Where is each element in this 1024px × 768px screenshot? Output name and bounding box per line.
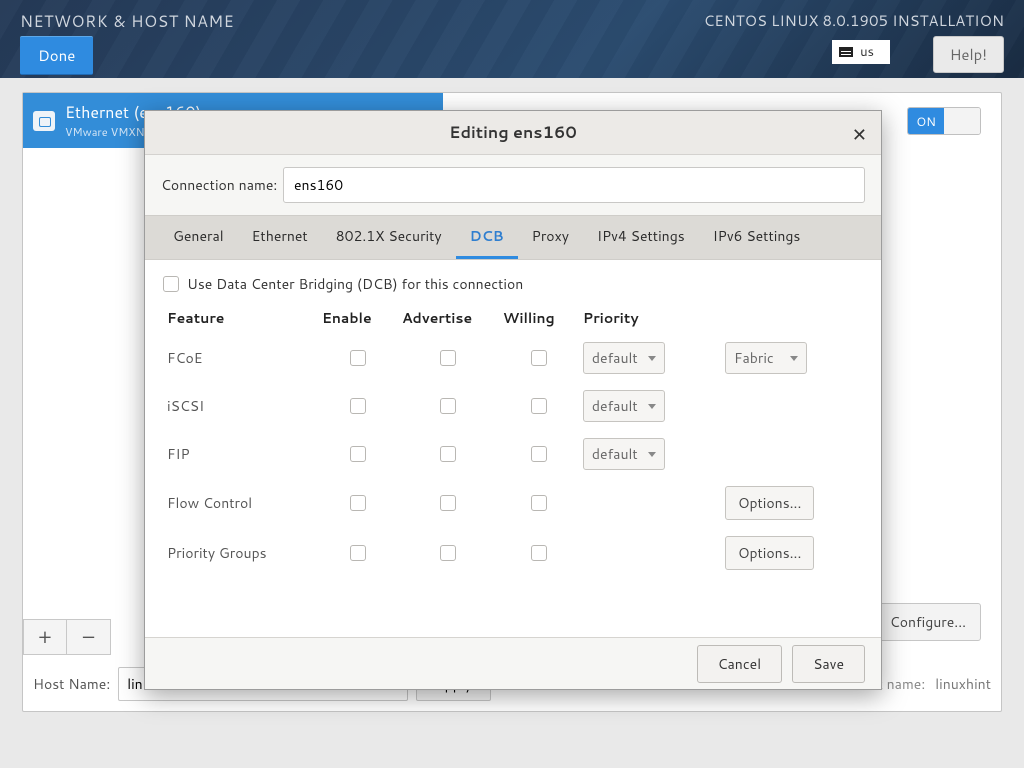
product-label: CENTOS LINUX 8.0.1905 INSTALLATION: [704, 10, 1004, 31]
priority-dropdown[interactable]: default: [583, 390, 665, 422]
tab-ipv4-settings[interactable]: IPv4 Settings: [583, 216, 699, 259]
remove-interface-button[interactable]: –: [67, 619, 111, 655]
options-button[interactable]: Options...: [725, 486, 814, 520]
checkbox[interactable]: [531, 545, 547, 561]
dialog-title-bar: Editing ens160 ✕: [145, 111, 881, 155]
checkbox[interactable]: [531, 495, 547, 511]
col-feature: Feature: [163, 302, 318, 334]
toggle-on-label: ON: [908, 108, 944, 134]
keyboard-indicator[interactable]: us: [832, 40, 890, 64]
keyboard-layout: us: [860, 43, 874, 61]
priority-dropdown[interactable]: default: [583, 438, 665, 470]
checkbox[interactable]: [531, 446, 547, 462]
feature-name: Flow Control: [163, 478, 318, 528]
use-dcb-label: Use Data Center Bridging (DCB) for this …: [187, 274, 523, 294]
done-button[interactable]: Done: [20, 36, 93, 75]
checkbox[interactable]: [440, 350, 456, 366]
cancel-button[interactable]: Cancel: [697, 645, 783, 683]
priority-dropdown[interactable]: default: [583, 342, 665, 374]
col-advertise: Advertise: [398, 302, 499, 334]
chevron-down-icon: [648, 356, 656, 361]
checkbox[interactable]: [350, 398, 366, 414]
table-row: FCoE default Fabric: [163, 334, 863, 382]
add-interface-button[interactable]: +: [23, 619, 67, 655]
col-enable: Enable: [318, 302, 398, 334]
table-row: iSCSI default: [163, 382, 863, 430]
tab-ethernet[interactable]: Ethernet: [238, 216, 322, 259]
checkbox[interactable]: [440, 398, 456, 414]
chevron-down-icon: [648, 452, 656, 457]
feature-name: iSCSI: [163, 382, 318, 430]
feature-name: Priority Groups: [163, 528, 318, 578]
options-button[interactable]: Options...: [725, 536, 814, 570]
dialog-footer: Cancel Save: [145, 637, 881, 689]
tab-general[interactable]: General: [159, 216, 238, 259]
table-row: Flow Control Options...: [163, 478, 863, 528]
tab-proxy[interactable]: Proxy: [518, 216, 583, 259]
checkbox[interactable]: [440, 545, 456, 561]
connection-name-input[interactable]: [283, 167, 865, 203]
tab-ipv6-settings[interactable]: IPv6 Settings: [699, 216, 815, 259]
hostname-label: Host Name:: [33, 674, 110, 694]
checkbox[interactable]: [350, 495, 366, 511]
checkbox[interactable]: [440, 495, 456, 511]
ethernet-icon: [33, 111, 55, 131]
toggle-knob: [944, 108, 980, 134]
connection-name-label: Connection name:: [161, 175, 283, 195]
dialog-title: Editing ens160: [449, 121, 577, 144]
current-hostname-value: linuxhint: [935, 674, 991, 694]
extra-dropdown[interactable]: Fabric: [725, 342, 807, 374]
use-dcb-checkbox[interactable]: [163, 276, 179, 292]
save-button[interactable]: Save: [792, 645, 865, 683]
tab-802-1x-security[interactable]: 802.1X Security: [322, 216, 456, 259]
tab-dcb[interactable]: DCB: [456, 216, 518, 259]
col-priority: Priority: [579, 302, 721, 334]
checkbox[interactable]: [440, 446, 456, 462]
connection-name-row: Connection name:: [145, 155, 881, 215]
feature-name: FIP: [163, 430, 318, 478]
checkbox[interactable]: [350, 545, 366, 561]
chevron-down-icon: [790, 356, 798, 361]
interface-toggle[interactable]: ON: [907, 107, 981, 135]
checkbox[interactable]: [350, 350, 366, 366]
dcb-table: Feature Enable Advertise Willing Priorit…: [163, 302, 863, 578]
close-icon[interactable]: ✕: [852, 121, 867, 147]
table-row: FIP default: [163, 430, 863, 478]
add-remove-group: + –: [23, 619, 111, 655]
help-button[interactable]: Help!: [933, 36, 1004, 73]
dialog-tabs: GeneralEthernet802.1X SecurityDCBProxyIP…: [145, 215, 881, 260]
chevron-down-icon: [648, 404, 656, 409]
table-row: Priority Groups Options...: [163, 528, 863, 578]
feature-name: FCoE: [163, 334, 318, 382]
page-title: NETWORK & HOST NAME: [20, 10, 234, 33]
configure-button[interactable]: Configure...: [875, 603, 981, 641]
checkbox[interactable]: [531, 350, 547, 366]
checkbox[interactable]: [531, 398, 547, 414]
use-dcb-row[interactable]: Use Data Center Bridging (DCB) for this …: [163, 274, 863, 294]
checkbox[interactable]: [350, 446, 366, 462]
col-willing: Willing: [499, 302, 579, 334]
edit-connection-dialog: Editing ens160 ✕ Connection name: Genera…: [144, 110, 882, 690]
installer-header: NETWORK & HOST NAME CENTOS LINUX 8.0.190…: [0, 0, 1024, 78]
dcb-panel: Use Data Center Bridging (DCB) for this …: [145, 260, 881, 637]
keyboard-icon: [838, 46, 854, 58]
